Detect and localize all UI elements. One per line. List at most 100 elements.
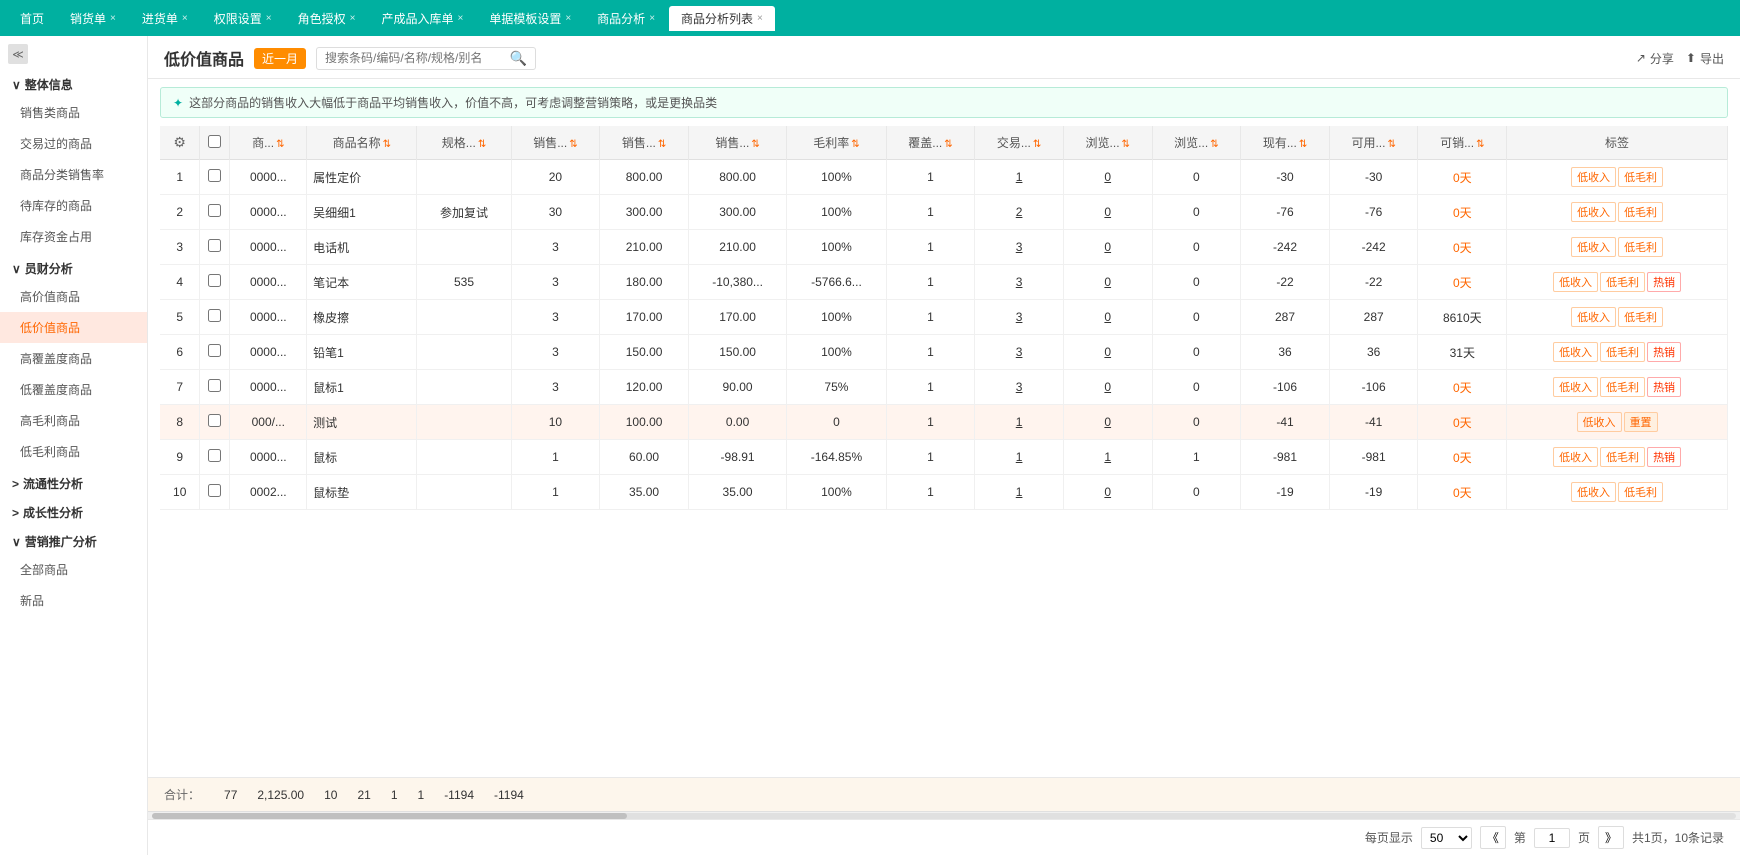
cell-link[interactable]: 0 — [1104, 380, 1111, 394]
cell-link[interactable]: 0 — [1104, 170, 1111, 184]
sidebar-item-traded-products[interactable]: 交易过的商品 — [0, 128, 147, 159]
header-actions: ↗ 分享 ⬆ 导出 — [1636, 50, 1724, 67]
nav-sales-order[interactable]: 销货单 × — [58, 6, 128, 31]
row-checkbox[interactable] — [208, 414, 221, 427]
cell-checkbox[interactable] — [200, 475, 230, 510]
cell-checkbox[interactable] — [200, 230, 230, 265]
cell-checkbox[interactable] — [200, 160, 230, 195]
row-checkbox[interactable] — [208, 344, 221, 357]
first-page-btn[interactable]: 《 — [1480, 826, 1506, 849]
nav-home[interactable]: 首页 — [8, 6, 56, 31]
sidebar-item-high-value[interactable]: 高价值商品 — [0, 281, 147, 312]
row-checkbox[interactable] — [208, 309, 221, 322]
share-btn[interactable]: ↗ 分享 — [1636, 50, 1674, 67]
cell-views-link[interactable]: 1 — [1016, 450, 1023, 464]
nav-close-permissions[interactable]: × — [266, 13, 272, 24]
product-tag: 热销 — [1647, 377, 1681, 397]
cell-views-link[interactable]: 3 — [1016, 380, 1023, 394]
cell-link[interactable]: 0 — [1104, 310, 1111, 324]
nav-purchase[interactable]: 进货单 × — [130, 6, 200, 31]
nav-close-template[interactable]: × — [565, 13, 571, 24]
cell-checkbox[interactable] — [200, 265, 230, 300]
nav-close-analysis-list[interactable]: × — [757, 13, 763, 24]
nav-close-sales[interactable]: × — [110, 13, 116, 24]
sidebar-group-marketing[interactable]: ∨ 营销推广分析 — [0, 525, 147, 554]
sidebar-item-high-coverage[interactable]: 高覆盖度商品 — [0, 343, 147, 374]
nav-close-roles[interactable]: × — [350, 13, 356, 24]
cell-col14: 36 — [1329, 335, 1418, 370]
cell-checkbox[interactable] — [200, 440, 230, 475]
export-btn[interactable]: ⬆ 导出 — [1686, 50, 1724, 67]
cell-views-link[interactable]: 3 — [1016, 275, 1023, 289]
nav-close-product-stock[interactable]: × — [457, 13, 463, 24]
sidebar-item-pending-stock[interactable]: 待库存的商品 — [0, 190, 147, 221]
search-icon[interactable]: 🔍 — [510, 50, 527, 67]
cell-data: 1 — [886, 370, 975, 405]
per-page-select[interactable]: 50 100 200 — [1421, 827, 1472, 849]
nav-roles[interactable]: 角色授权 × — [286, 6, 368, 31]
page-number-input[interactable] — [1534, 828, 1570, 848]
row-checkbox[interactable] — [208, 484, 221, 497]
cell-checkbox[interactable] — [200, 300, 230, 335]
table-row: 30000...电话机3210.00210.00100%1300-242-242… — [160, 230, 1728, 265]
cell-data: 3 — [975, 300, 1064, 335]
cell-views-link[interactable]: 3 — [1016, 310, 1023, 324]
row-checkbox[interactable] — [208, 204, 221, 217]
nav-permissions[interactable]: 权限设置 × — [202, 6, 284, 31]
cell-spec — [417, 370, 511, 405]
sidebar-item-category-rate[interactable]: 商品分类销售率 — [0, 159, 147, 190]
cell-checkbox[interactable] — [200, 195, 230, 230]
sidebar-item-high-margin[interactable]: 高毛利商品 — [0, 405, 147, 436]
nav-product-analysis[interactable]: 商品分析 × — [585, 6, 667, 31]
cell-data: 35.00 — [688, 475, 786, 510]
col-settings[interactable]: ⚙ — [160, 126, 200, 160]
sidebar-item-all-products[interactable]: 全部商品 — [0, 554, 147, 585]
search-input[interactable] — [325, 51, 504, 65]
sidebar-group-circulation[interactable]: > 流通性分析 — [0, 467, 147, 496]
cell-views-link[interactable]: 2 — [1016, 205, 1023, 219]
cell-views-link[interactable]: 1 — [1016, 415, 1023, 429]
row-checkbox[interactable] — [208, 239, 221, 252]
cell-link[interactable]: 0 — [1104, 240, 1111, 254]
row-checkbox[interactable] — [208, 449, 221, 462]
nav-close-analysis[interactable]: × — [649, 13, 655, 24]
cell-link[interactable]: 0 — [1104, 205, 1111, 219]
sidebar-item-new-products[interactable]: 新品 — [0, 585, 147, 616]
row-checkbox[interactable] — [208, 274, 221, 287]
cell-views-link[interactable]: 3 — [1016, 240, 1023, 254]
sidebar-group-growth[interactable]: > 成长性分析 — [0, 496, 147, 525]
last-page-btn[interactable]: 》 — [1598, 826, 1624, 849]
sidebar-item-low-coverage[interactable]: 低覆盖度商品 — [0, 374, 147, 405]
collapse-sidebar-btn[interactable]: ≪ — [8, 44, 28, 64]
sidebar-item-low-value[interactable]: 低价值商品 — [0, 312, 147, 343]
cell-views-link[interactable]: 3 — [1016, 345, 1023, 359]
sidebar-item-sales-products[interactable]: 销售类商品 — [0, 97, 147, 128]
cell-checkbox[interactable] — [200, 405, 230, 440]
cell-link[interactable]: 0 — [1104, 275, 1111, 289]
sidebar-item-capital-usage[interactable]: 库存资金占用 — [0, 221, 147, 252]
row-checkbox[interactable] — [208, 169, 221, 182]
filter-recent-month-btn[interactable]: 近一月 — [254, 48, 306, 69]
nav-product-analysis-list[interactable]: 商品分析列表 × — [669, 6, 775, 31]
cell-col12: 0 — [1152, 370, 1241, 405]
cell-link[interactable]: 0 — [1104, 345, 1111, 359]
sidebar-group-overview[interactable]: ∨ 整体信息 — [0, 68, 147, 97]
cell-checkbox[interactable] — [200, 335, 230, 370]
nav-close-purchase[interactable]: × — [182, 13, 188, 24]
cell-col13: -19 — [1241, 475, 1330, 510]
cell-checkbox[interactable] — [200, 370, 230, 405]
select-all-checkbox[interactable] — [208, 135, 221, 148]
footer-col13: -1194 — [444, 788, 474, 802]
nav-product-stock[interactable]: 产成品入库单 × — [369, 6, 475, 31]
cell-views-link[interactable]: 1 — [1016, 170, 1023, 184]
cell-link[interactable]: 0 — [1104, 415, 1111, 429]
cell-views-link[interactable]: 1 — [1016, 485, 1023, 499]
export-icon: ⬆ — [1686, 51, 1696, 65]
sidebar-item-low-margin[interactable]: 低毛利商品 — [0, 436, 147, 467]
sidebar-group-financial[interactable]: ∨ 员财分析 — [0, 252, 147, 281]
cell-link[interactable]: 1 — [1104, 450, 1111, 464]
row-checkbox[interactable] — [208, 379, 221, 392]
horizontal-scrollbar[interactable] — [148, 811, 1740, 819]
cell-link[interactable]: 0 — [1104, 485, 1111, 499]
nav-template-settings[interactable]: 单据模板设置 × — [477, 6, 583, 31]
